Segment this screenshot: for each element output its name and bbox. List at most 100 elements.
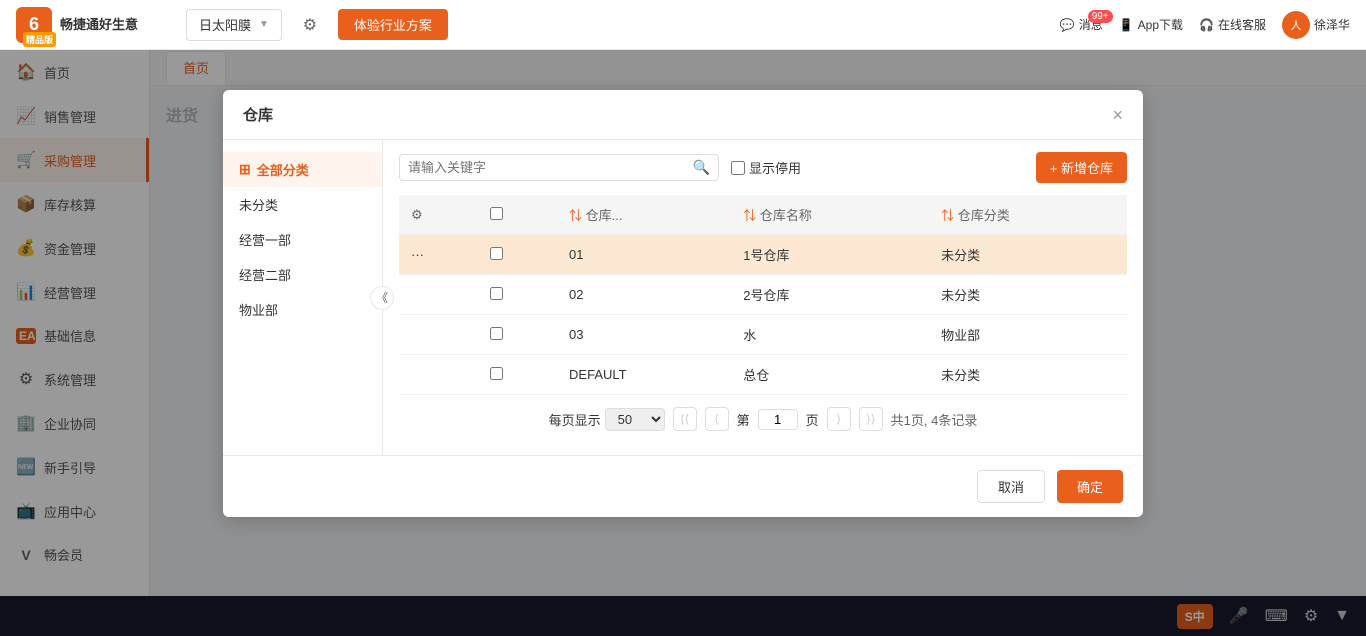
online-service-button[interactable]: 🎧 在线客服: [1199, 16, 1266, 33]
row-category: 未分类: [929, 235, 1127, 275]
select-all-checkbox[interactable]: [490, 207, 503, 220]
category-dept1-label: 经营一部: [239, 230, 291, 249]
category-dept2-label: 经营二部: [239, 265, 291, 284]
company-selector[interactable]: 日太阳膜 ▼: [186, 9, 282, 41]
category-all-label: 全部分类: [257, 160, 309, 179]
col-name: ⇅ 仓库名称: [731, 195, 929, 235]
first-page-button[interactable]: ⟨⟨: [673, 407, 697, 431]
modal-header: 仓库 ×: [223, 90, 1143, 140]
row-name: 1号仓库: [731, 235, 929, 275]
table-toolbar: 🔍 显示停用 + 新增仓库: [399, 152, 1127, 183]
modal-overlay: 仓库 × ⊞ 全部分类 未分类: [150, 50, 1366, 636]
row-checkbox[interactable]: [490, 247, 503, 260]
collapse-panel-button[interactable]: 《: [370, 286, 394, 310]
header-right: 💬 消息 99+ 📱 App下载 🎧 在线客服 人 徐泽华: [1060, 11, 1350, 39]
row-checkbox[interactable]: [490, 367, 503, 380]
warehouse-modal: 仓库 × ⊞ 全部分类 未分类: [223, 90, 1143, 517]
settings-button[interactable]: ⚙: [294, 9, 326, 41]
message-icon: 💬: [1060, 18, 1075, 32]
row-actions[interactable]: ···: [399, 235, 478, 275]
category-dept1[interactable]: 经营一部: [223, 222, 382, 257]
page-input[interactable]: [758, 409, 798, 430]
row-code: 02: [557, 275, 731, 315]
row-actions[interactable]: [399, 275, 478, 315]
row-actions[interactable]: [399, 315, 478, 355]
category-panel: ⊞ 全部分类 未分类 经营一部 经营二部 物业部: [223, 140, 383, 455]
cancel-button[interactable]: 取消: [977, 470, 1045, 503]
header-center: ⚙ 体验行业方案: [294, 9, 1060, 41]
per-page-select[interactable]: 50 100 200: [605, 408, 665, 431]
row-category: 未分类: [929, 275, 1127, 315]
grid-icon: ⊞: [239, 161, 251, 178]
row-name: 水: [731, 315, 929, 355]
table-row[interactable]: 03 水 物业部: [399, 315, 1127, 355]
show-disabled-label: 显示停用: [749, 158, 801, 177]
row-checkbox-cell: [478, 315, 557, 355]
add-warehouse-button[interactable]: + 新增仓库: [1036, 152, 1127, 183]
trial-button[interactable]: 体验行业方案: [338, 9, 448, 40]
modal-footer: 取消 确定: [223, 455, 1143, 517]
table-row[interactable]: ··· 01 1号仓库 未分类: [399, 235, 1127, 275]
confirm-button[interactable]: 确定: [1057, 470, 1123, 503]
table-row[interactable]: DEFAULT 总仓 未分类: [399, 355, 1127, 395]
app-download-button[interactable]: 📱 App下载: [1119, 16, 1183, 33]
row-category: 未分类: [929, 355, 1127, 395]
row-checkbox-cell: [478, 275, 557, 315]
col-checkbox: [478, 195, 557, 235]
row-category: 物业部: [929, 315, 1127, 355]
search-icon: 🔍: [693, 159, 710, 176]
row-actions[interactable]: [399, 355, 478, 395]
category-property-label: 物业部: [239, 300, 278, 319]
headset-icon: 🎧: [1199, 18, 1214, 32]
row-name: 2号仓库: [731, 275, 929, 315]
page-suffix: 页: [806, 410, 819, 429]
category-uncategorized-label: 未分类: [239, 195, 278, 214]
row-checkbox-cell: [478, 355, 557, 395]
sort-category-icon: ⇅: [941, 208, 954, 223]
row-code: DEFAULT: [557, 355, 731, 395]
col-category: ⇅ 仓库分类: [929, 195, 1127, 235]
messages-badge: 99+: [1088, 10, 1113, 23]
table-row[interactable]: 02 2号仓库 未分类: [399, 275, 1127, 315]
row-code: 01: [557, 235, 731, 275]
top-header: 6 精品版 畅捷通好生意 日太阳膜 ▼ ⚙ 体验行业方案 💬 消息 99+ 📱 …: [0, 0, 1366, 50]
dropdown-arrow-icon: ▼: [259, 19, 269, 30]
user-profile-button[interactable]: 人 徐泽华: [1282, 11, 1350, 39]
sort-name-icon: ⇅: [743, 208, 756, 223]
row-checkbox-cell: [478, 235, 557, 275]
category-property[interactable]: 物业部: [223, 292, 382, 327]
show-disabled-toggle[interactable]: 显示停用: [731, 158, 801, 177]
modal-close-button[interactable]: ×: [1112, 106, 1123, 124]
last-page-button[interactable]: ⟩⟩: [859, 407, 883, 431]
table-header: ⚙ ⇅ 仓库... ⇅ 仓库名称: [399, 195, 1127, 235]
search-field[interactable]: 🔍: [399, 154, 719, 181]
row-name: 总仓: [731, 355, 929, 395]
row-code: 03: [557, 315, 731, 355]
col-code: ⇅ 仓库...: [557, 195, 731, 235]
per-page: 每页显示 50 100 200: [549, 408, 665, 431]
messages-button[interactable]: 💬 消息 99+: [1060, 16, 1103, 33]
table-header-row: ⚙ ⇅ 仓库... ⇅ 仓库名称: [399, 195, 1127, 235]
logo-area: 6 精品版 畅捷通好生意: [16, 7, 166, 43]
show-disabled-checkbox[interactable]: [731, 161, 745, 175]
pagination: 每页显示 50 100 200 ⟨⟨ ⟨ 第 页: [399, 395, 1127, 443]
phone-icon: 📱: [1119, 18, 1134, 32]
category-dept2[interactable]: 经营二部: [223, 257, 382, 292]
gear-header-icon: ⚙: [411, 207, 423, 222]
category-all[interactable]: ⊞ 全部分类: [223, 152, 382, 187]
next-page-button[interactable]: ⟩: [827, 407, 851, 431]
total-info: 共1页, 4条记录: [891, 410, 978, 429]
row-checkbox[interactable]: [490, 327, 503, 340]
row-checkbox[interactable]: [490, 287, 503, 300]
per-page-label: 每页显示: [549, 410, 601, 429]
search-input[interactable]: [408, 160, 693, 175]
logo-icon: 6 精品版: [16, 7, 52, 43]
table-container: ⚙ ⇅ 仓库... ⇅ 仓库名称: [399, 195, 1127, 395]
page-label: 第: [737, 410, 750, 429]
main-content: 首页 进货 仓库 × ⊞: [150, 50, 1366, 636]
warehouse-table: ⚙ ⇅ 仓库... ⇅ 仓库名称: [399, 195, 1127, 395]
category-uncategorized[interactable]: 未分类: [223, 187, 382, 222]
prev-page-button[interactable]: ⟨: [705, 407, 729, 431]
sort-icon: ⇅: [569, 208, 582, 223]
main-layout: 🏠 首页 📈 销售管理 🛒 采购管理 📦 库存核算 💰 资金管理 📊 经营管理 …: [0, 0, 1366, 636]
